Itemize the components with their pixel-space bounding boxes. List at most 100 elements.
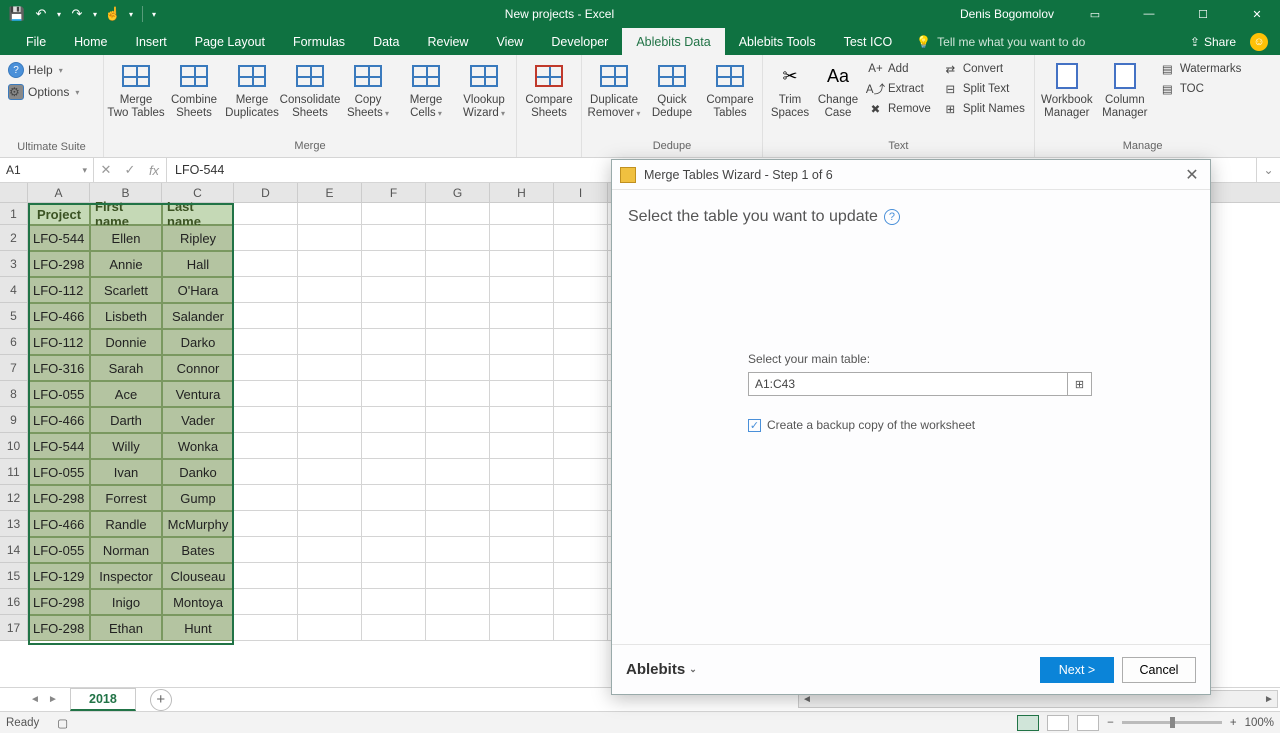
cell[interactable] (554, 277, 608, 303)
cell[interactable]: Ethan (90, 615, 162, 641)
cell[interactable]: Clouseau (162, 563, 234, 589)
cell[interactable] (298, 381, 362, 407)
row-header[interactable]: 12 (0, 485, 28, 511)
cell[interactable] (426, 511, 490, 537)
cell[interactable] (490, 433, 554, 459)
cell[interactable] (426, 615, 490, 641)
row-header[interactable]: 3 (0, 251, 28, 277)
options-button[interactable]: ⚙Options▾ (6, 81, 97, 103)
cell[interactable] (298, 277, 362, 303)
column-header[interactable]: A (28, 183, 90, 202)
cell[interactable]: LFO-298 (28, 615, 90, 641)
add-button[interactable]: A+Add (866, 59, 933, 78)
row-header[interactable]: 8 (0, 381, 28, 407)
cell[interactable]: LFO-055 (28, 381, 90, 407)
cell[interactable]: Annie (90, 251, 162, 277)
ablebits-brand[interactable]: Ablebits⌄ (626, 661, 697, 678)
redo-dropdown[interactable]: ▾ (90, 3, 100, 25)
range-picker-icon[interactable]: ⊞ (1068, 372, 1092, 396)
cell[interactable] (554, 563, 608, 589)
page-break-view-button[interactable] (1077, 715, 1099, 731)
cell[interactable]: LFO-129 (28, 563, 90, 589)
cell[interactable] (362, 589, 426, 615)
cell[interactable] (490, 537, 554, 563)
cell[interactable] (362, 407, 426, 433)
cell[interactable] (426, 381, 490, 407)
cell[interactable] (234, 303, 298, 329)
cell[interactable]: Randle (90, 511, 162, 537)
cell[interactable] (298, 251, 362, 277)
cell[interactable]: LFO-298 (28, 251, 90, 277)
cell[interactable] (234, 381, 298, 407)
undo-icon[interactable]: ↶ (30, 3, 52, 25)
cell[interactable] (490, 225, 554, 251)
ribbon-options-icon[interactable]: ▭ (1072, 0, 1118, 28)
cell[interactable]: Wonka (162, 433, 234, 459)
cell[interactable] (490, 303, 554, 329)
cell[interactable] (490, 563, 554, 589)
cell[interactable]: Montoya (162, 589, 234, 615)
column-header[interactable]: D (234, 183, 298, 202)
dialog-titlebar[interactable]: Merge Tables Wizard - Step 1 of 6 ✕ (612, 160, 1210, 190)
cell[interactable] (426, 277, 490, 303)
cell[interactable]: Forrest (90, 485, 162, 511)
cell[interactable] (554, 407, 608, 433)
cell[interactable]: Norman (90, 537, 162, 563)
cell[interactable]: Donnie (90, 329, 162, 355)
cell[interactable] (490, 329, 554, 355)
cell[interactable] (554, 511, 608, 537)
cell[interactable] (554, 251, 608, 277)
cell[interactable]: LFO-466 (28, 407, 90, 433)
cell[interactable] (426, 329, 490, 355)
tab-insert[interactable]: Insert (122, 28, 181, 55)
cell[interactable]: LFO-298 (28, 485, 90, 511)
cell[interactable] (490, 407, 554, 433)
cell[interactable] (554, 537, 608, 563)
column-header[interactable]: F (362, 183, 426, 202)
touch-dropdown[interactable]: ▾ (126, 3, 136, 25)
cell[interactable] (490, 589, 554, 615)
cancel-button[interactable]: Cancel (1122, 657, 1196, 683)
cell[interactable]: LFO-466 (28, 303, 90, 329)
cell[interactable]: Ripley (162, 225, 234, 251)
cell[interactable] (298, 329, 362, 355)
cell[interactable] (298, 537, 362, 563)
cell[interactable] (298, 459, 362, 485)
cell[interactable]: Danko (162, 459, 234, 485)
backup-checkbox-row[interactable]: ✓ Create a backup copy of the worksheet (748, 418, 1194, 432)
row-header[interactable]: 10 (0, 433, 28, 459)
cell[interactable] (426, 251, 490, 277)
user-name[interactable]: Denis Bogomolov (960, 7, 1064, 21)
zoom-out-button[interactable]: − (1107, 717, 1114, 729)
column-header[interactable]: I (554, 183, 608, 202)
cell[interactable] (554, 485, 608, 511)
cell[interactable]: LFO-298 (28, 589, 90, 615)
cell[interactable] (362, 485, 426, 511)
cell[interactable] (362, 459, 426, 485)
help-button[interactable]: ?Help▾ (6, 59, 97, 81)
merge-two-tables-button[interactable]: MergeTwo Tables (107, 57, 165, 140)
cell[interactable]: LFO-112 (28, 277, 90, 303)
zoom-in-button[interactable]: + (1230, 717, 1237, 729)
row-header[interactable]: 5 (0, 303, 28, 329)
cell[interactable] (234, 407, 298, 433)
qat-customize[interactable]: ▾ (149, 3, 159, 25)
cell[interactable] (490, 459, 554, 485)
row-header[interactable]: 17 (0, 615, 28, 641)
cell[interactable] (426, 407, 490, 433)
cell[interactable] (554, 433, 608, 459)
close-icon[interactable]: ✕ (1234, 0, 1280, 28)
cell[interactable] (490, 511, 554, 537)
column-manager-button[interactable]: ColumnManager (1096, 57, 1154, 140)
sheet-nav-prev[interactable]: ◄ (26, 694, 44, 705)
compare-sheets-button[interactable]: Compare Sheets (520, 57, 578, 140)
cell[interactable] (426, 563, 490, 589)
next-button[interactable]: Next > (1040, 657, 1114, 683)
column-header[interactable]: H (490, 183, 554, 202)
cell[interactable] (298, 485, 362, 511)
cell[interactable]: LFO-316 (28, 355, 90, 381)
tab-developer[interactable]: Developer (537, 28, 622, 55)
toc-button[interactable]: ▤TOC (1158, 79, 1244, 98)
maximize-icon[interactable]: ☐ (1180, 0, 1226, 28)
cell[interactable] (554, 615, 608, 641)
